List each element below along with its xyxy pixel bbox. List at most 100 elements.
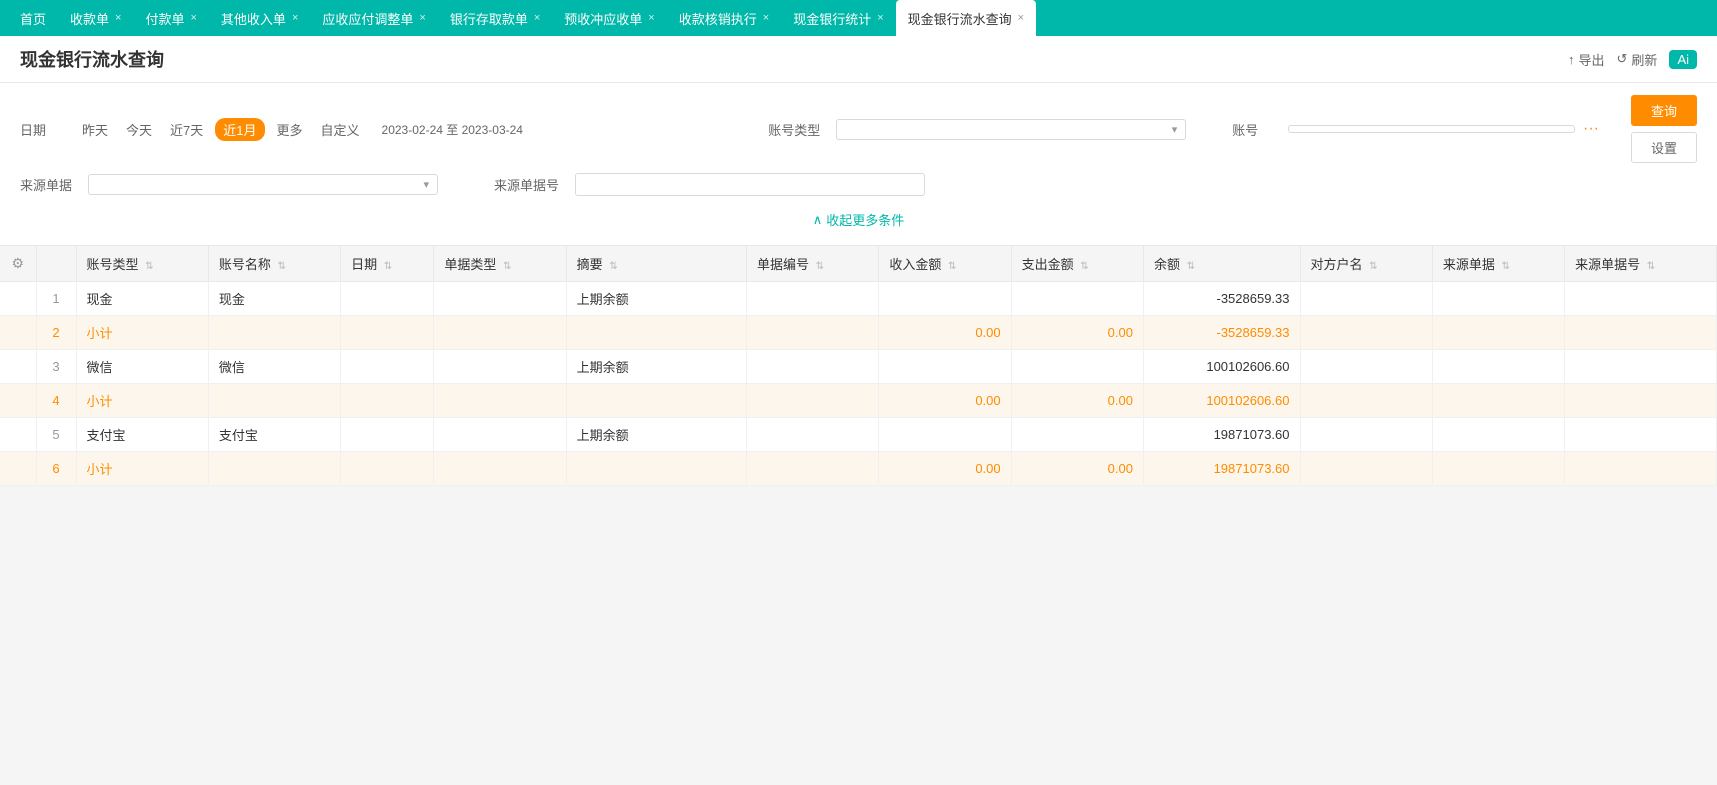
close-icon[interactable]: × (115, 12, 121, 24)
nav-item-advance[interactable]: 预收冲应收单 × (552, 0, 666, 36)
table-cell (1300, 282, 1432, 316)
nav-item-adjustment[interactable]: 应收应付调整单 × (310, 0, 437, 36)
close-icon[interactable]: × (292, 12, 298, 24)
col-source-doc-no: 来源单据号 ⇅ (1565, 246, 1717, 282)
close-icon[interactable]: × (190, 12, 196, 24)
close-icon[interactable]: × (763, 12, 769, 24)
header-actions: ↑ 导出 ↺ 刷新 Ai (1568, 50, 1697, 69)
ai-button[interactable]: Ai (1669, 50, 1697, 69)
table-cell (341, 452, 434, 486)
table-row: 4小计0.000.00100102606.60 (0, 384, 1717, 418)
date-range-display: 2023-02-24 至 2023-03-24 (382, 121, 523, 138)
table-cell (1432, 384, 1564, 418)
export-icon: ↑ (1568, 52, 1575, 67)
table-cell: 19871073.60 (1143, 452, 1300, 486)
nav-item-receipt[interactable]: 收款单 × (58, 0, 133, 36)
source-doc-select[interactable]: ▾ (88, 174, 438, 195)
refresh-icon: ↺ (1617, 51, 1628, 67)
sort-icon[interactable]: ⇅ (948, 261, 956, 272)
table-row: 5支付宝支付宝上期余额19871073.60 (0, 418, 1717, 452)
table-cell: 4 (36, 384, 76, 418)
table-cell (1300, 418, 1432, 452)
table-cell: 小计 (76, 452, 208, 486)
nav-item-bank-deposit[interactable]: 银行存取款单 × (438, 0, 552, 36)
table-cell (1565, 282, 1717, 316)
table-row: 3微信微信上期余额100102606.60 (0, 350, 1717, 384)
date-btn-yesterday[interactable]: 昨天 (76, 118, 114, 141)
nav-item-other-income[interactable]: 其他收入单 × (209, 0, 310, 36)
sort-icon[interactable]: ⇅ (816, 261, 824, 272)
account-type-select[interactable]: ▾ (836, 119, 1186, 140)
table-cell (208, 452, 340, 486)
account-type-label: 账号类型 (768, 120, 820, 139)
col-account-type: 账号类型 ⇅ (76, 246, 208, 282)
source-doc-no-label: 来源单据号 (494, 175, 559, 194)
date-options: 昨天 今天 近7天 近1月 更多 自定义 (76, 118, 366, 141)
table-cell: 0.00 (879, 452, 1011, 486)
table-cell (1300, 452, 1432, 486)
sort-icon[interactable]: ⇅ (277, 261, 285, 272)
table-cell: 现金 (76, 282, 208, 316)
close-icon[interactable]: × (419, 12, 425, 24)
gear-icon[interactable]: ⚙ (11, 255, 24, 271)
nav-item-bank-stats[interactable]: 现金银行统计 × (781, 0, 895, 36)
table-cell: 微信 (76, 350, 208, 384)
refresh-button[interactable]: ↺ 刷新 (1617, 50, 1658, 69)
sort-icon[interactable]: ⇅ (1369, 261, 1377, 272)
close-icon[interactable]: × (648, 12, 654, 24)
collapse-button[interactable]: ∧ 收起更多条件 (20, 206, 1697, 233)
close-icon[interactable]: × (877, 12, 883, 24)
query-button[interactable]: 查询 (1631, 95, 1697, 126)
sort-icon[interactable]: ⇅ (384, 261, 392, 272)
date-btn-more[interactable]: 更多 (271, 118, 309, 141)
source-doc-no-input[interactable] (575, 173, 925, 196)
export-button[interactable]: ↑ 导出 (1568, 50, 1605, 69)
chevron-down-icon: ▾ (423, 178, 429, 191)
sort-icon[interactable]: ⇅ (609, 261, 617, 272)
col-summary: 摘要 ⇅ (566, 246, 746, 282)
table-cell (747, 452, 879, 486)
table-cell (1432, 282, 1564, 316)
nav-item-collection[interactable]: 收款核销执行 × (667, 0, 781, 36)
date-btn-1month[interactable]: 近1月 (215, 118, 264, 141)
nav-item-payment[interactable]: 付款单 × (133, 0, 208, 36)
sort-icon[interactable]: ⇅ (1501, 261, 1509, 272)
table-cell (208, 316, 340, 350)
date-btn-7days[interactable]: 近7天 (164, 118, 209, 141)
table-cell (341, 316, 434, 350)
close-icon[interactable]: × (1018, 12, 1024, 24)
table-cell (1565, 384, 1717, 418)
sort-icon[interactable]: ⇅ (1647, 261, 1655, 272)
chevron-down-icon: ▾ (1172, 123, 1178, 136)
table-cell (0, 384, 36, 418)
table-cell (434, 452, 566, 486)
table-cell: 支付宝 (76, 418, 208, 452)
close-icon[interactable]: × (534, 12, 540, 24)
settings-button[interactable]: 设置 (1631, 132, 1697, 163)
date-btn-custom[interactable]: 自定义 (315, 118, 366, 141)
table-cell (1565, 452, 1717, 486)
source-doc-label: 来源单据 (20, 175, 72, 194)
table-cell (1300, 384, 1432, 418)
table-cell: 微信 (208, 350, 340, 384)
nav-item-bank-flow[interactable]: 现金银行流水查询 × (896, 0, 1036, 36)
table-cell (0, 316, 36, 350)
table-cell (747, 418, 879, 452)
sort-icon[interactable]: ⇅ (1080, 261, 1088, 272)
sort-icon[interactable]: ⇅ (503, 261, 511, 272)
sort-icon[interactable]: ⇅ (145, 261, 153, 272)
account-label: 账号 (1232, 120, 1272, 139)
col-date: 日期 ⇅ (341, 246, 434, 282)
date-btn-today[interactable]: 今天 (120, 118, 158, 141)
account-more-icon[interactable]: ··· (1583, 120, 1599, 138)
table-cell (1565, 316, 1717, 350)
table-cell: 3 (36, 350, 76, 384)
sort-icon[interactable]: ⇅ (1187, 261, 1195, 272)
col-num (36, 246, 76, 282)
table-cell (1565, 350, 1717, 384)
nav-item-home[interactable]: 首页 (8, 0, 58, 36)
table-cell: 现金 (208, 282, 340, 316)
account-input[interactable] (1288, 125, 1575, 133)
table-cell (879, 350, 1011, 384)
table-cell: -3528659.33 (1143, 282, 1300, 316)
